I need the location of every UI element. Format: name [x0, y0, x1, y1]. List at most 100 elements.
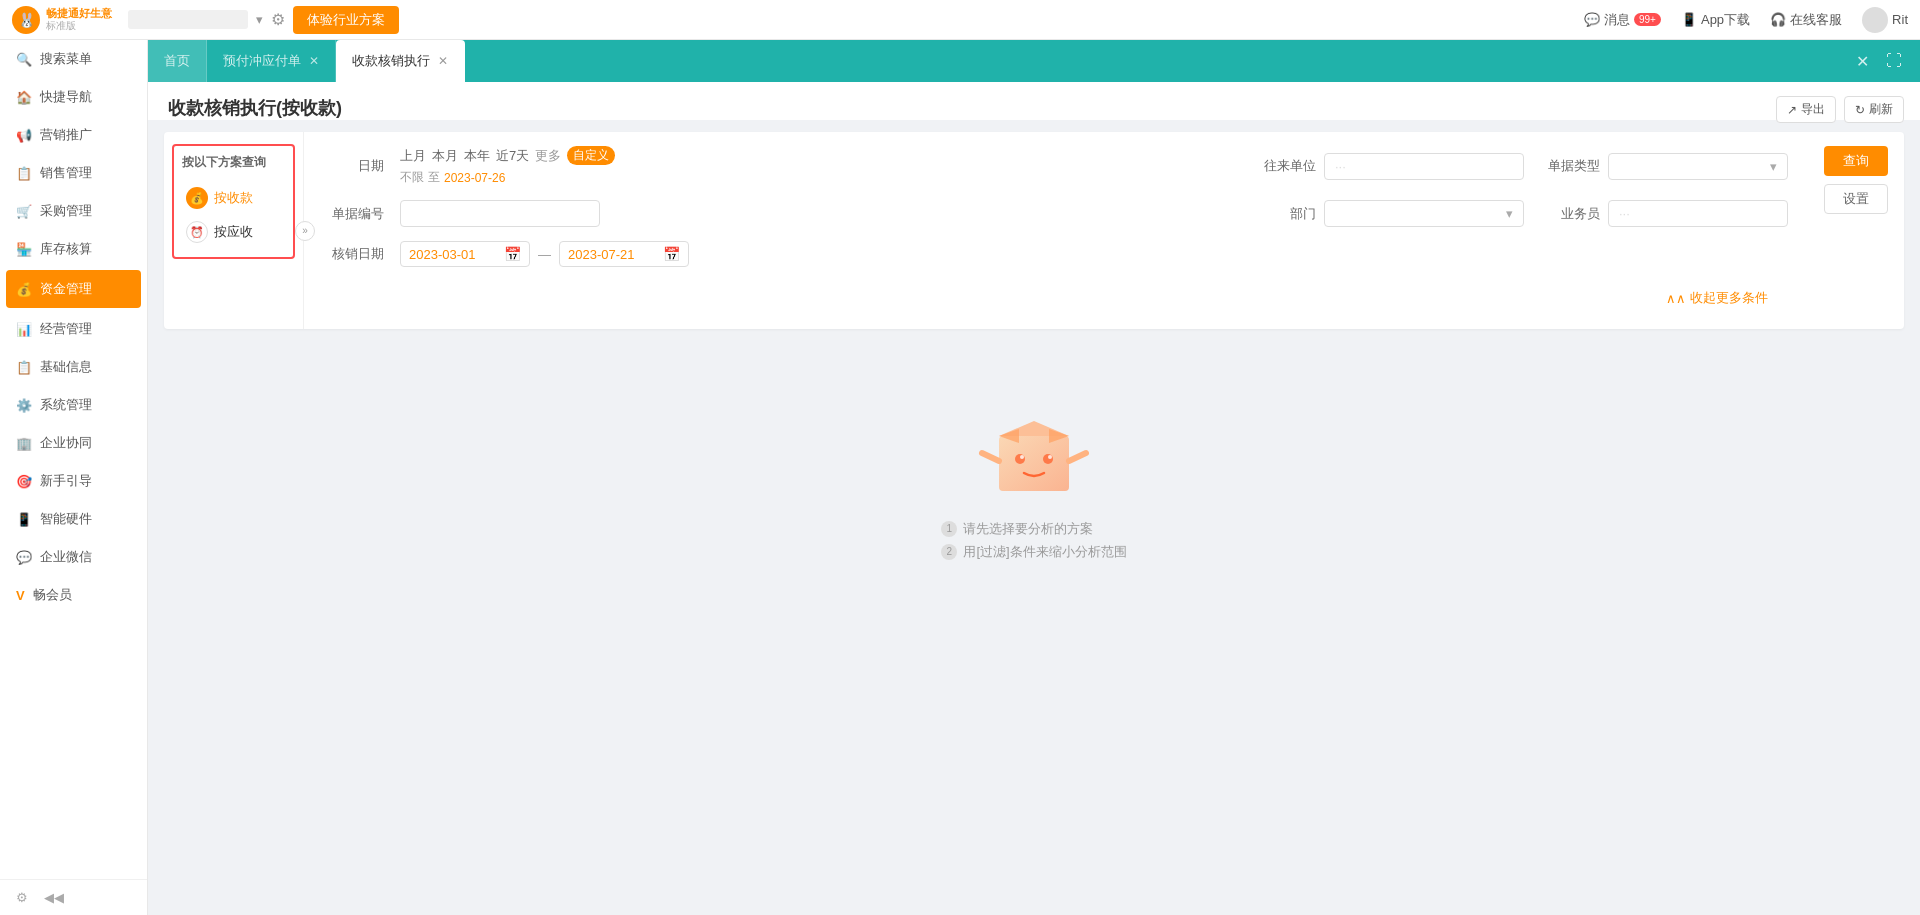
solution-button[interactable]: 体验行业方案: [293, 6, 399, 34]
sidebar-item-search-menu[interactable]: 🔍 搜索菜单: [0, 40, 147, 78]
sidebar-item-smart-hardware[interactable]: 📱 智能硬件: [0, 500, 147, 538]
collapse-sidebar-btn[interactable]: »: [295, 221, 315, 241]
export-button[interactable]: ↗ 导出: [1776, 96, 1836, 123]
date-nolimit: 不限 至 2023-07-26: [400, 169, 615, 186]
finance-icon: 💰: [16, 282, 32, 297]
export-icon: ↗: [1787, 103, 1797, 117]
filter-option-by-receivable[interactable]: ⏰ 按应收: [182, 215, 285, 249]
shortcut-more[interactable]: 更多: [535, 147, 561, 165]
sidebar-label-member: 畅会员: [33, 586, 72, 604]
system-icon: ⚙️: [16, 398, 32, 413]
salesperson-input[interactable]: ···: [1608, 200, 1788, 227]
verify-date-range: 2023-03-01 📅 — 2023-07-21 📅: [400, 241, 689, 267]
verify-dash: —: [538, 247, 551, 262]
sidebar-item-newbie-guide[interactable]: 🎯 新手引导: [0, 462, 147, 500]
tab-prepay-conflict[interactable]: 预付冲应付单 ✕: [207, 40, 336, 82]
online-service-label: 在线客服: [1790, 11, 1842, 29]
user-area[interactable]: Rit: [1862, 7, 1908, 33]
shortcut-7days[interactable]: 近7天: [496, 147, 529, 165]
online-service-btn[interactable]: 🎧 在线客服: [1770, 11, 1842, 29]
sidebar-label-marketing: 营销推广: [40, 126, 92, 144]
search-icon: 🔍: [16, 52, 32, 67]
collapse-sidebar-icon[interactable]: ◀◀: [44, 890, 64, 905]
verify-date-start-input[interactable]: 2023-03-01 📅: [400, 241, 530, 267]
sidebar-item-inventory[interactable]: 🏪 库存核算: [0, 230, 147, 268]
dept-select[interactable]: ▾: [1324, 200, 1524, 227]
svg-point-5: [1043, 454, 1053, 464]
svg-rect-0: [999, 436, 1069, 491]
sidebar-item-basic-info[interactable]: 📋 基础信息: [0, 348, 147, 386]
sidebar-item-member[interactable]: V 畅会员: [0, 576, 147, 614]
message-label: 消息: [1604, 11, 1630, 29]
username: Rit: [1892, 12, 1908, 27]
no-limit-label: 不限: [400, 169, 424, 186]
marketing-icon: 📢: [16, 128, 32, 143]
collection-tab-close-icon[interactable]: ✕: [438, 54, 448, 68]
sidebar-label-inventory: 库存核算: [40, 240, 92, 258]
close-tab-icon[interactable]: ✕: [1848, 47, 1876, 75]
sidebar-label-basic-info: 基础信息: [40, 358, 92, 376]
logo-icon: 🐰: [12, 6, 40, 34]
prepay-tab-close-icon[interactable]: ✕: [309, 54, 319, 68]
tab-home[interactable]: 首页: [148, 40, 207, 82]
sidebar-label-enterprise-collab: 企业协同: [40, 434, 92, 452]
doc-no-input[interactable]: [400, 200, 600, 227]
collapse-more-btn[interactable]: ∧∧ 收起更多条件: [324, 281, 1788, 315]
calendar-start-icon: 📅: [504, 246, 521, 262]
settings-icon[interactable]: ⚙: [16, 890, 28, 905]
app-download-label: App下载: [1701, 11, 1750, 29]
sidebar-item-finance[interactable]: 💰 资金管理: [6, 270, 141, 308]
message-btn[interactable]: 💬 消息 99+: [1584, 11, 1661, 29]
tip-num-2: 2: [941, 544, 957, 560]
topbar: 🐰 畅捷通好生意 标准版 ▾ ⚙ 体验行业方案 💬 消息 99+ 📱 App下载…: [0, 0, 1920, 40]
chevron-down-dept-icon: ▾: [1506, 206, 1513, 221]
main-content: 首页 预付冲应付单 ✕ 收款核销执行 ✕ ✕ ⛶ 收款核销执行(按收款) ↗: [148, 40, 1920, 915]
sidebar-label-purchase: 采购管理: [40, 202, 92, 220]
sidebar-item-enterprise-wechat[interactable]: 💬 企业微信: [0, 538, 147, 576]
doc-type-select[interactable]: ▾: [1608, 153, 1788, 180]
dept-label: 部门: [1256, 205, 1316, 223]
app-download-btn[interactable]: 📱 App下载: [1681, 11, 1750, 29]
sidebar-item-quick-nav[interactable]: 🏠 快捷导航: [0, 78, 147, 116]
sidebar-item-marketing[interactable]: 📢 营销推广: [0, 116, 147, 154]
sidebar-item-enterprise-collab[interactable]: 🏢 企业协同: [0, 424, 147, 462]
query-button[interactable]: 查询: [1824, 146, 1888, 176]
sidebar-item-sales[interactable]: 📋 销售管理: [0, 154, 147, 192]
newbie-guide-icon: 🎯: [16, 474, 32, 489]
tip-text-2: 用[过滤]条件来缩小分析范围: [963, 540, 1126, 563]
sidebar-item-operation[interactable]: 📊 经营管理: [0, 310, 147, 348]
empty-tips: 1 请先选择要分析的方案 2 用[过滤]条件来缩小分析范围: [941, 517, 1126, 564]
settings-button[interactable]: 设置: [1824, 184, 1888, 214]
shortcut-last-month[interactable]: 上月: [400, 147, 426, 165]
sidebar: 🔍 搜索菜单 🏠 快捷导航 📢 营销推广 📋 销售管理 🛒 采购管理 🏪 库存核…: [0, 40, 148, 915]
sidebar-label-enterprise-wechat: 企业微信: [40, 548, 92, 566]
gear-icon[interactable]: ⚙: [271, 10, 285, 29]
collection-option-icon: 💰: [186, 187, 208, 209]
shortcut-this-year[interactable]: 本年: [464, 147, 490, 165]
refresh-button[interactable]: ↻ 刷新: [1844, 96, 1904, 123]
operation-icon: 📊: [16, 322, 32, 337]
doc-no-label: 单据编号: [324, 205, 384, 223]
counterparty-input[interactable]: ···: [1324, 153, 1524, 180]
collection-tab-label: 收款核销执行: [352, 52, 430, 70]
page-action-area: ↗ 导出 ↻ 刷新: [1776, 96, 1904, 123]
sidebar-label-quicknav: 快捷导航: [40, 88, 92, 106]
message-icon: 💬: [1584, 12, 1600, 27]
enterprise-wechat-icon: 💬: [16, 550, 32, 565]
tab-collection-verify[interactable]: 收款核销执行 ✕: [336, 40, 465, 82]
doc-type-filter: 单据类型 ▾: [1540, 153, 1788, 180]
chevron-down-doc-icon: ▾: [1770, 159, 1777, 174]
chevron-down-icon[interactable]: ▾: [256, 12, 263, 27]
sidebar-item-system[interactable]: ⚙️ 系统管理: [0, 386, 147, 424]
verify-date-end-input[interactable]: 2023-07-21 📅: [559, 241, 689, 267]
inventory-icon: 🏪: [16, 242, 32, 257]
expand-tab-icon[interactable]: ⛶: [1880, 47, 1908, 75]
empty-illustration: [974, 401, 1094, 501]
member-icon: V: [16, 588, 25, 603]
sidebar-item-purchase[interactable]: 🛒 采购管理: [0, 192, 147, 230]
shortcut-this-month[interactable]: 本月: [432, 147, 458, 165]
collection-option-label: 按收款: [214, 189, 253, 207]
current-app-name: [128, 10, 248, 29]
shortcut-custom[interactable]: 自定义: [567, 146, 615, 165]
filter-option-by-collection[interactable]: 💰 按收款: [182, 181, 285, 215]
